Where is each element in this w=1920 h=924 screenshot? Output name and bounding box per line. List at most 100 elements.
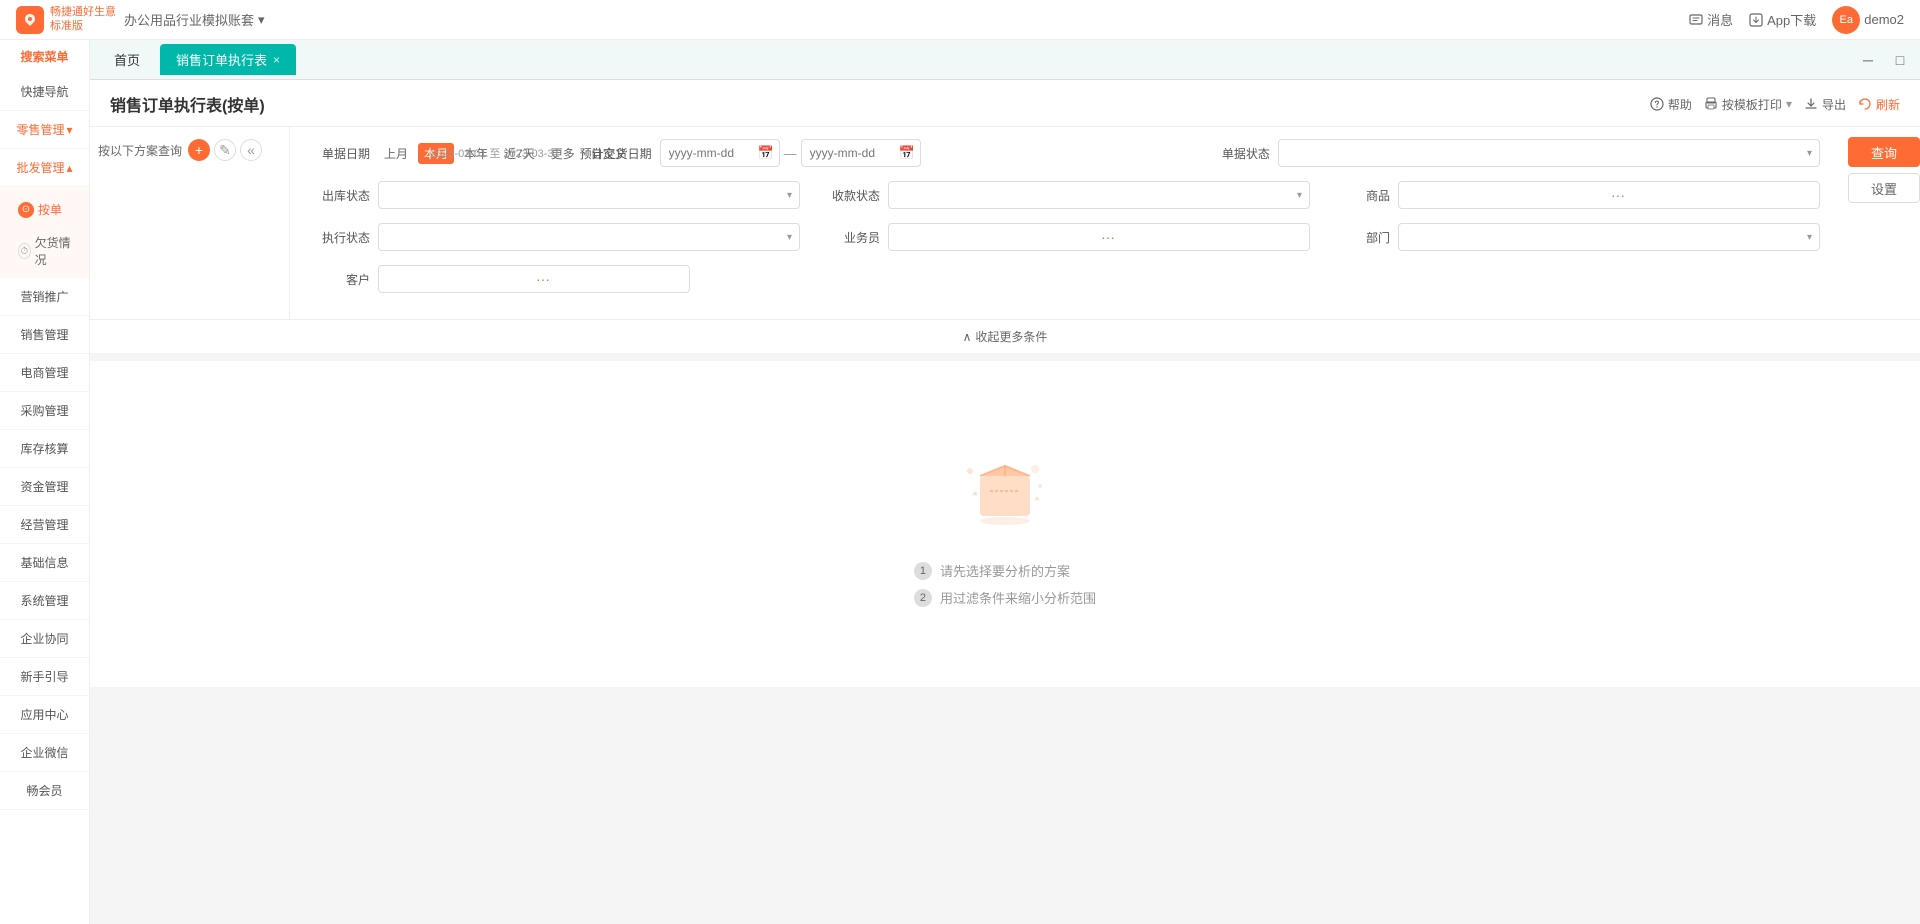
salesperson-more-btn[interactable]: ··· <box>1101 229 1301 245</box>
doc-status-select-wrapper <box>1278 139 1820 167</box>
industry-dropdown[interactable]: 办公用品行业模拟账套 ▾ <box>124 10 265 29</box>
sidebar-item-ecommerce[interactable]: 电商管理 <box>0 354 89 392</box>
logo-area: 畅捷通好生意 标准版 <box>16 6 116 34</box>
user-info[interactable]: Ea demo2 <box>1832 6 1904 34</box>
expected-date-from-input[interactable] <box>660 139 780 167</box>
date-range-display: 2023-03-01 至 2023-03-31 <box>430 145 560 161</box>
sidebar-item-corpwechat[interactable]: 企业微信 <box>0 734 89 772</box>
page-header-actions: 帮助 按模板打印 ▾ 导出 刷新 <box>1650 96 1900 113</box>
sidebar-subitem-debt[interactable]: ⏱ 欠货情况 <box>8 228 81 274</box>
empty-tip-2: 2 用过滤条件来缩小分析范围 <box>914 588 1096 607</box>
sidebar-item-wholesale[interactable]: 批发管理 ▴ <box>0 149 89 187</box>
collapse-arrow-icon: ∧ <box>963 330 972 344</box>
exec-select[interactable] <box>378 223 800 251</box>
dept-select[interactable] <box>1398 223 1820 251</box>
receipt-select[interactable] <box>888 181 1310 209</box>
filter-row-2: 出库状态 收款状态 <box>310 181 1820 209</box>
filter-row-3: 执行状态 业务员 <box>310 223 1820 251</box>
filter-field-expected-date: 预计交货日期 📅 — 📅 <box>580 139 1190 167</box>
sidebar-item-collab[interactable]: 企业协同 <box>0 620 89 658</box>
edit-scheme-btn[interactable]: ✎ <box>214 139 236 161</box>
sidebar-item-inventory[interactable]: 库存核算 <box>0 430 89 468</box>
sidebar-item-basic[interactable]: 基础信息 <box>0 544 89 582</box>
export-btn[interactable]: 导出 <box>1804 96 1846 113</box>
header-left: 畅捷通好生意 标准版 办公用品行业模拟账套 ▾ <box>16 6 265 34</box>
tab-close-btn[interactable]: × <box>273 53 280 67</box>
sidebar-item-system[interactable]: 系统管理 <box>0 582 89 620</box>
sidebar-item-member[interactable]: 畅会员 <box>0 772 89 810</box>
collapse-scheme-btn[interactable]: « <box>240 139 262 161</box>
app-download-btn[interactable]: App下载 <box>1749 10 1816 29</box>
sidebar-search-menu[interactable]: 搜索菜单 <box>0 40 89 73</box>
receipt-label: 收款状态 <box>820 187 880 204</box>
message-btn[interactable]: 消息 <box>1689 10 1733 29</box>
user-avatar: Ea <box>1832 6 1860 34</box>
page-title: 销售订单执行表(按单) <box>110 92 265 116</box>
outbound-select[interactable] <box>378 181 800 209</box>
customer-more-btn[interactable]: ··· <box>536 271 681 287</box>
content-area: 首页 销售订单执行表 × ─ □ 销售订单执行表(按单) 帮助 <box>90 40 1920 924</box>
query-btn[interactable]: 查询 <box>1848 137 1920 167</box>
tab-bar: 首页 销售订单执行表 × ─ □ <box>90 40 1920 80</box>
help-btn[interactable]: 帮助 <box>1650 96 1692 113</box>
filter-left-actions: + ✎ « <box>188 139 262 161</box>
doc-status-label: 单据状态 <box>1210 145 1270 162</box>
product-more-btn[interactable]: ··· <box>1611 187 1811 203</box>
filter-field-salesperson: 业务员 ··· <box>820 223 1310 251</box>
sidebar-item-appcenter[interactable]: 应用中心 <box>0 696 89 734</box>
filter-row-1: 单据日期 上月 本月 本年 近7天 更多 自定义 <box>310 139 1820 167</box>
app-logo-icon <box>16 6 44 34</box>
add-scheme-btn[interactable]: + <box>188 139 210 161</box>
empty-illustration <box>955 441 1055 541</box>
sidebar-item-purchase[interactable]: 采购管理 <box>0 392 89 430</box>
filter-scheme-header: 按以下方案查询 + ✎ « <box>98 139 281 161</box>
collapse-bar: ∧ 收起更多条件 <box>90 319 1920 353</box>
sidebar-item-quick-nav[interactable]: 快捷导航 <box>0 73 89 111</box>
product-multi-select[interactable]: ··· <box>1398 181 1820 209</box>
empty-state: 1 请先选择要分析的方案 2 用过滤条件来缩小分析范围 <box>90 361 1920 687</box>
tab-minimize-btn[interactable]: ─ <box>1856 48 1880 72</box>
filter-field-customer: 客户 ··· <box>310 265 690 293</box>
print-btn[interactable]: 按模板打印 ▾ <box>1704 96 1792 113</box>
customer-multi-select[interactable]: ··· <box>378 265 690 293</box>
dept-label: 部门 <box>1330 229 1390 246</box>
header-right: 消息 App下载 Ea demo2 <box>1689 6 1904 34</box>
sidebar-item-operations[interactable]: 经营管理 <box>0 506 89 544</box>
tip-num-2: 2 <box>914 589 932 607</box>
settings-btn[interactable]: 设置 <box>1848 173 1920 203</box>
tab-home[interactable]: 首页 <box>98 44 156 75</box>
sidebar-item-retail[interactable]: 零售管理 ▾ <box>0 111 89 149</box>
expected-date-label: 预计交货日期 <box>580 145 652 162</box>
sidebar: 搜索菜单 快捷导航 零售管理 ▾ 批发管理 ▴ ⊙ 按单 ⏱ 欠货情况 营销推广 <box>0 40 90 924</box>
filter-field-dept: 部门 <box>1330 223 1820 251</box>
expected-date-to: 📅 <box>801 139 921 167</box>
tab-active[interactable]: 销售订单执行表 × <box>160 44 296 75</box>
logo-text: 畅捷通好生意 标准版 <box>50 6 116 32</box>
page-header: 销售订单执行表(按单) 帮助 按模板打印 ▾ 导出 <box>90 80 1920 127</box>
expected-date-range: 📅 — 📅 <box>660 139 1190 167</box>
date-tab-last-month[interactable]: 上月 <box>378 143 414 164</box>
salesperson-multi-select[interactable]: ··· <box>888 223 1310 251</box>
sidebar-item-finance[interactable]: 资金管理 <box>0 468 89 506</box>
tip-num-1: 1 <box>914 562 932 580</box>
customer-label: 客户 <box>310 271 370 288</box>
date-label: 单据日期 <box>310 145 370 162</box>
tab-maximize-btn[interactable]: □ <box>1888 48 1912 72</box>
refresh-btn[interactable]: 刷新 <box>1858 96 1900 113</box>
filter-left-panel: 按以下方案查询 + ✎ « <box>90 127 290 319</box>
sidebar-item-sales[interactable]: 销售管理 <box>0 316 89 354</box>
dept-select-wrapper <box>1398 223 1820 251</box>
order-icon: ⊙ <box>18 202 34 218</box>
filter-main: 单据日期 上月 本月 本年 近7天 更多 自定义 <box>290 127 1920 319</box>
filter-section: 按以下方案查询 + ✎ « <box>90 127 1920 319</box>
date-separator: — <box>784 146 797 161</box>
main-layout: 搜索菜单 快捷导航 零售管理 ▾ 批发管理 ▴ ⊙ 按单 ⏱ 欠货情况 营销推广 <box>0 40 1920 924</box>
filter-field-product: 商品 ··· <box>1330 181 1820 209</box>
expected-date-to-input[interactable] <box>801 139 921 167</box>
product-label: 商品 <box>1330 187 1390 204</box>
sidebar-subitem-order[interactable]: ⊙ 按单 <box>8 195 81 224</box>
sidebar-item-marketing[interactable]: 营销推广 <box>0 278 89 316</box>
sidebar-item-newbie[interactable]: 新手引导 <box>0 658 89 696</box>
doc-status-select[interactable] <box>1278 139 1820 167</box>
collapse-more-btn[interactable]: ∧ 收起更多条件 <box>963 328 1048 345</box>
